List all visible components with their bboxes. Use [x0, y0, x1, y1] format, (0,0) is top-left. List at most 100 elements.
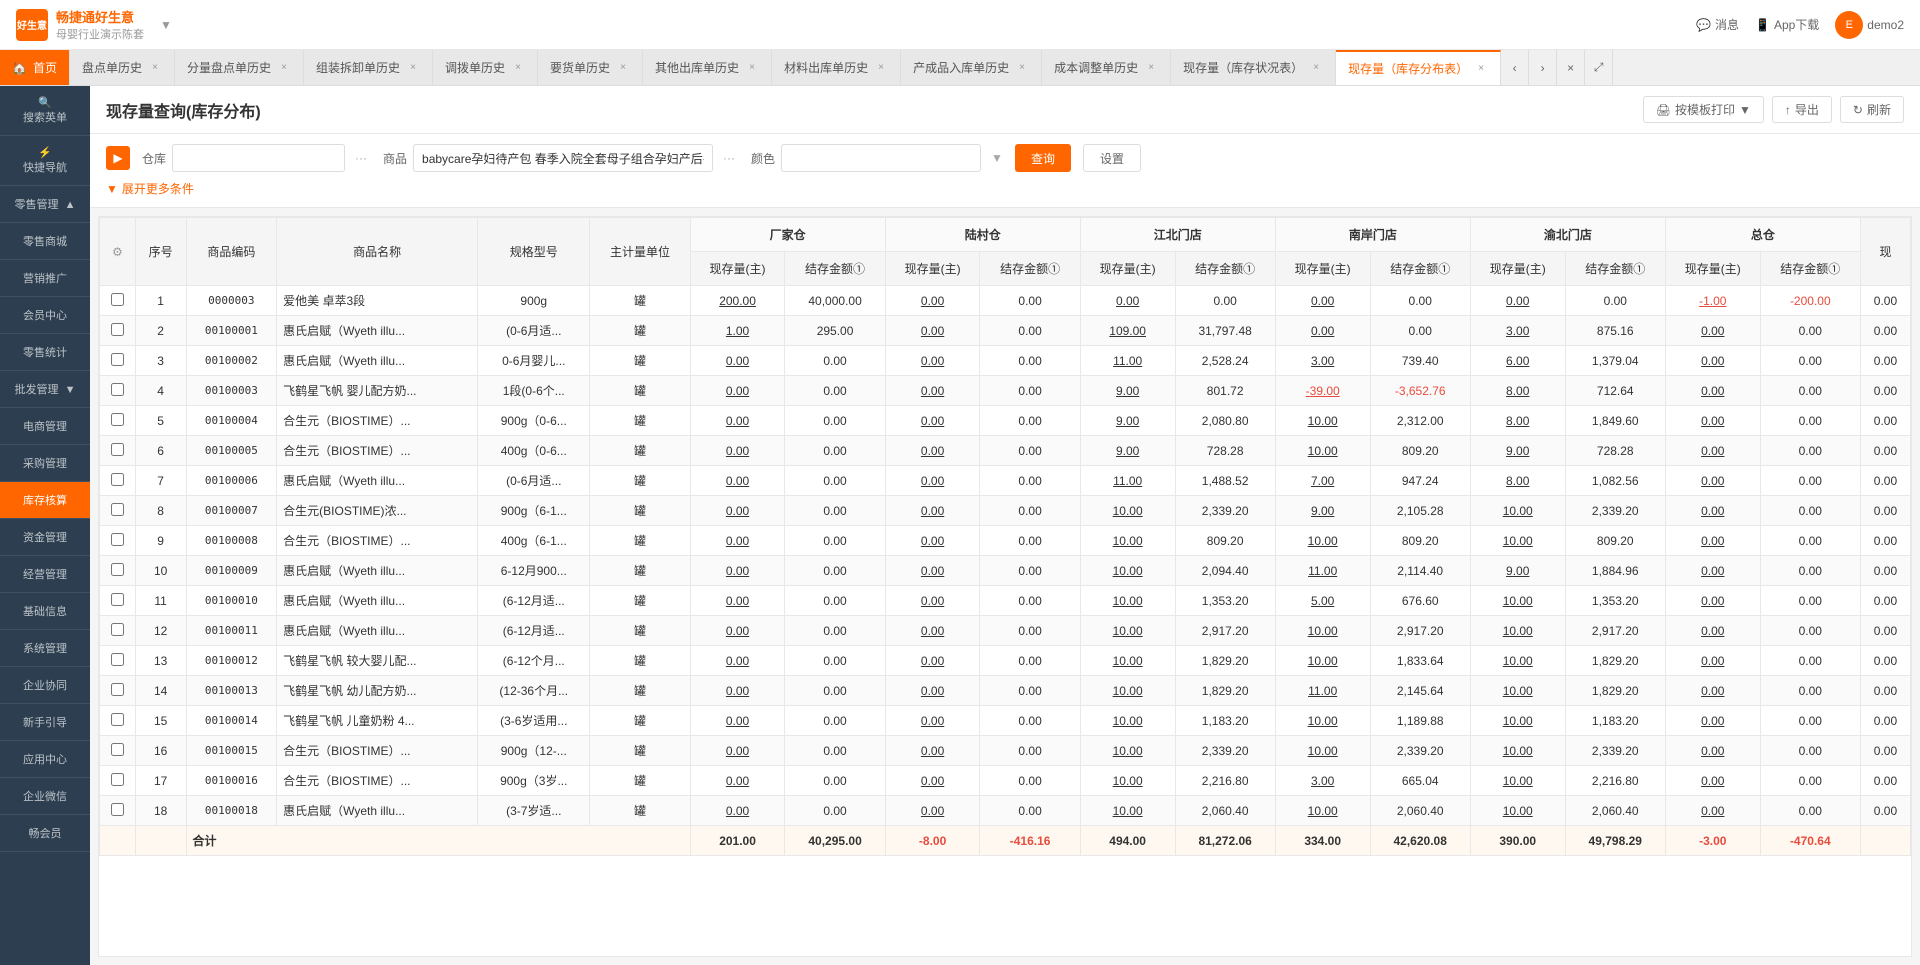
sidebar-item-vip[interactable]: 畅会员 — [0, 815, 90, 852]
goods-input[interactable] — [413, 144, 713, 172]
color-dropdown-icon[interactable]: ▼ — [991, 151, 1003, 165]
row-check[interactable] — [100, 766, 136, 796]
warehouse-dots-btn[interactable]: ··· — [351, 151, 371, 165]
gear-icon[interactable]: ⚙ — [112, 245, 123, 259]
inventory-table: ⚙ 序号 商品编码 商品名称 规格型号 主计量单位 厂家仓 陆村仓 江北门店 南… — [99, 217, 1911, 856]
tab-5[interactable]: 要货单历史 × — [538, 50, 643, 86]
sidebar-item-appcenter[interactable]: 应用中心 — [0, 741, 90, 778]
print-button[interactable]: 🖨 按模板打印 ▼ — [1643, 96, 1764, 123]
tab-next[interactable]: › — [1529, 50, 1557, 86]
sidebar-item-system[interactable]: 系统管理 — [0, 630, 90, 667]
close-tab-11[interactable]: × — [1474, 62, 1488, 76]
row-check[interactable] — [100, 316, 136, 346]
sidebar-item-ecommerce[interactable]: 电商管理 — [0, 408, 90, 445]
row-check[interactable] — [100, 436, 136, 466]
row-check[interactable] — [100, 796, 136, 826]
close-tab-9[interactable]: × — [1144, 61, 1158, 75]
refresh-button[interactable]: ↻ 刷新 — [1840, 96, 1904, 123]
tab-4[interactable]: 调拨单历史 × — [433, 50, 538, 86]
close-tab-4[interactable]: × — [511, 61, 525, 75]
tab-prev[interactable]: ‹ — [1501, 50, 1529, 86]
sidebar-item-inventory[interactable]: 库存核算 — [0, 482, 90, 519]
sidebar-item-purchase[interactable]: 采购管理 — [0, 445, 90, 482]
row-check[interactable] — [100, 736, 136, 766]
tab-close-all[interactable]: × — [1557, 50, 1585, 86]
close-tab-5[interactable]: × — [616, 61, 630, 75]
sidebar-item-wechat[interactable]: 企业微信 — [0, 778, 90, 815]
row-check[interactable] — [100, 526, 136, 556]
app-download-btn[interactable]: 📱 App下载 — [1755, 16, 1819, 33]
col-jb-amt: 结存金额① — [1175, 252, 1275, 286]
close-tab-8[interactable]: × — [1015, 61, 1029, 75]
expand-conditions-btn[interactable]: ▼ 展开更多条件 — [106, 180, 1904, 197]
sidebar-item-enterprise[interactable]: 企业协同 — [0, 667, 90, 704]
row-check[interactable] — [100, 586, 136, 616]
sidebar-item-guide[interactable]: 新手引导 — [0, 704, 90, 741]
setting-button[interactable]: 设置 — [1083, 144, 1141, 172]
tab-1[interactable]: 盘点单历史 × — [70, 50, 175, 86]
tab-9[interactable]: 成本调整单历史 × — [1042, 50, 1171, 86]
sidebar-item-retail[interactable]: 零售管理 ▲ — [0, 186, 90, 223]
toggle-filter-btn[interactable]: ▶ — [106, 146, 130, 170]
tab-expand[interactable]: ⤢ — [1585, 50, 1613, 86]
search-icon: 🔍 — [4, 96, 86, 109]
dropdown-arrow[interactable]: ▼ — [160, 18, 172, 32]
row-check[interactable] — [100, 406, 136, 436]
tab-10[interactable]: 现存量（库存状况表） × — [1171, 50, 1336, 86]
row-check[interactable] — [100, 286, 136, 316]
color-input[interactable] — [781, 144, 981, 172]
user-menu[interactable]: E demo2 — [1835, 11, 1904, 39]
close-tab-3[interactable]: × — [406, 61, 420, 75]
logo-icon: 好生意 — [16, 9, 48, 41]
tab-7[interactable]: 材料出库单历史 × — [772, 50, 901, 86]
sidebar-item-quick[interactable]: ⚡ 快捷导航 — [0, 136, 90, 186]
warehouse-input[interactable] — [172, 144, 345, 172]
sidebar-item-marketing[interactable]: 营销推广 — [0, 260, 90, 297]
sidebar-item-wholesale[interactable]: 批发管理 ▼ — [0, 371, 90, 408]
sidebar-item-retail-stats[interactable]: 零售统计 — [0, 334, 90, 371]
close-tab-10[interactable]: × — [1309, 61, 1323, 75]
col-fj-qty: 现存量(主) — [690, 252, 785, 286]
row-check[interactable] — [100, 376, 136, 406]
top-bar: 好生意 畅捷通好生意 母婴行业演示陈套 ▼ 💬 消息 📱 App下载 E dem… — [0, 0, 1920, 50]
col-spec-header: 规格型号 — [478, 218, 590, 286]
row-check[interactable] — [100, 616, 136, 646]
row-check[interactable] — [100, 646, 136, 676]
col-na-amt: 结存金额① — [1370, 252, 1470, 286]
col-yb-amt: 结存金额① — [1565, 252, 1665, 286]
tab-11[interactable]: 现存量（库存分布表） × — [1336, 50, 1501, 86]
tab-3[interactable]: 组装拆卸单历史 × — [304, 50, 433, 86]
tab-home[interactable]: 🏠 首页 — [0, 50, 70, 86]
goods-dots-btn[interactable]: ··· — [719, 151, 739, 165]
close-tab-6[interactable]: × — [745, 61, 759, 75]
tab-bar: 🏠 首页 盘点单历史 × 分量盘点单历史 × 组装拆卸单历史 × 调拨单历史 ×… — [0, 50, 1920, 86]
row-check[interactable] — [100, 706, 136, 736]
sidebar-item-finance[interactable]: 资金管理 — [0, 519, 90, 556]
tab-6[interactable]: 其他出库单历史 × — [643, 50, 772, 86]
home-icon: 🏠 — [12, 61, 27, 75]
tab-8[interactable]: 产成品入库单历史 × — [901, 50, 1042, 86]
export-button[interactable]: ↑ 导出 — [1772, 96, 1832, 123]
sidebar-item-member[interactable]: 会员中心 — [0, 297, 90, 334]
col-lc-amt: 结存金额① — [980, 252, 1080, 286]
sidebar-item-basic[interactable]: 基础信息 — [0, 593, 90, 630]
row-check[interactable] — [100, 496, 136, 526]
app-icon: 📱 — [1755, 18, 1770, 32]
tab-2[interactable]: 分量盘点单历史 × — [175, 50, 304, 86]
sidebar-item-retail-shop[interactable]: 零售商城 — [0, 223, 90, 260]
search-button[interactable]: 查询 — [1015, 144, 1071, 172]
row-check[interactable] — [100, 346, 136, 376]
sidebar-item-operation[interactable]: 经营管理 — [0, 556, 90, 593]
col-current-header: 现 — [1860, 218, 1910, 286]
close-tab-7[interactable]: × — [874, 61, 888, 75]
close-tab-1[interactable]: × — [148, 61, 162, 75]
sidebar-item-search[interactable]: 🔍 搜索英单 — [0, 86, 90, 136]
row-check[interactable] — [100, 676, 136, 706]
close-tab-2[interactable]: × — [277, 61, 291, 75]
row-check[interactable] — [100, 466, 136, 496]
col-lc-qty: 现存量(主) — [885, 252, 980, 286]
message-btn[interactable]: 💬 消息 — [1696, 16, 1739, 33]
col-group-jb: 江北门店 — [1080, 218, 1275, 252]
page-title: 现存量查询(库存分布) — [106, 98, 261, 122]
row-check[interactable] — [100, 556, 136, 586]
